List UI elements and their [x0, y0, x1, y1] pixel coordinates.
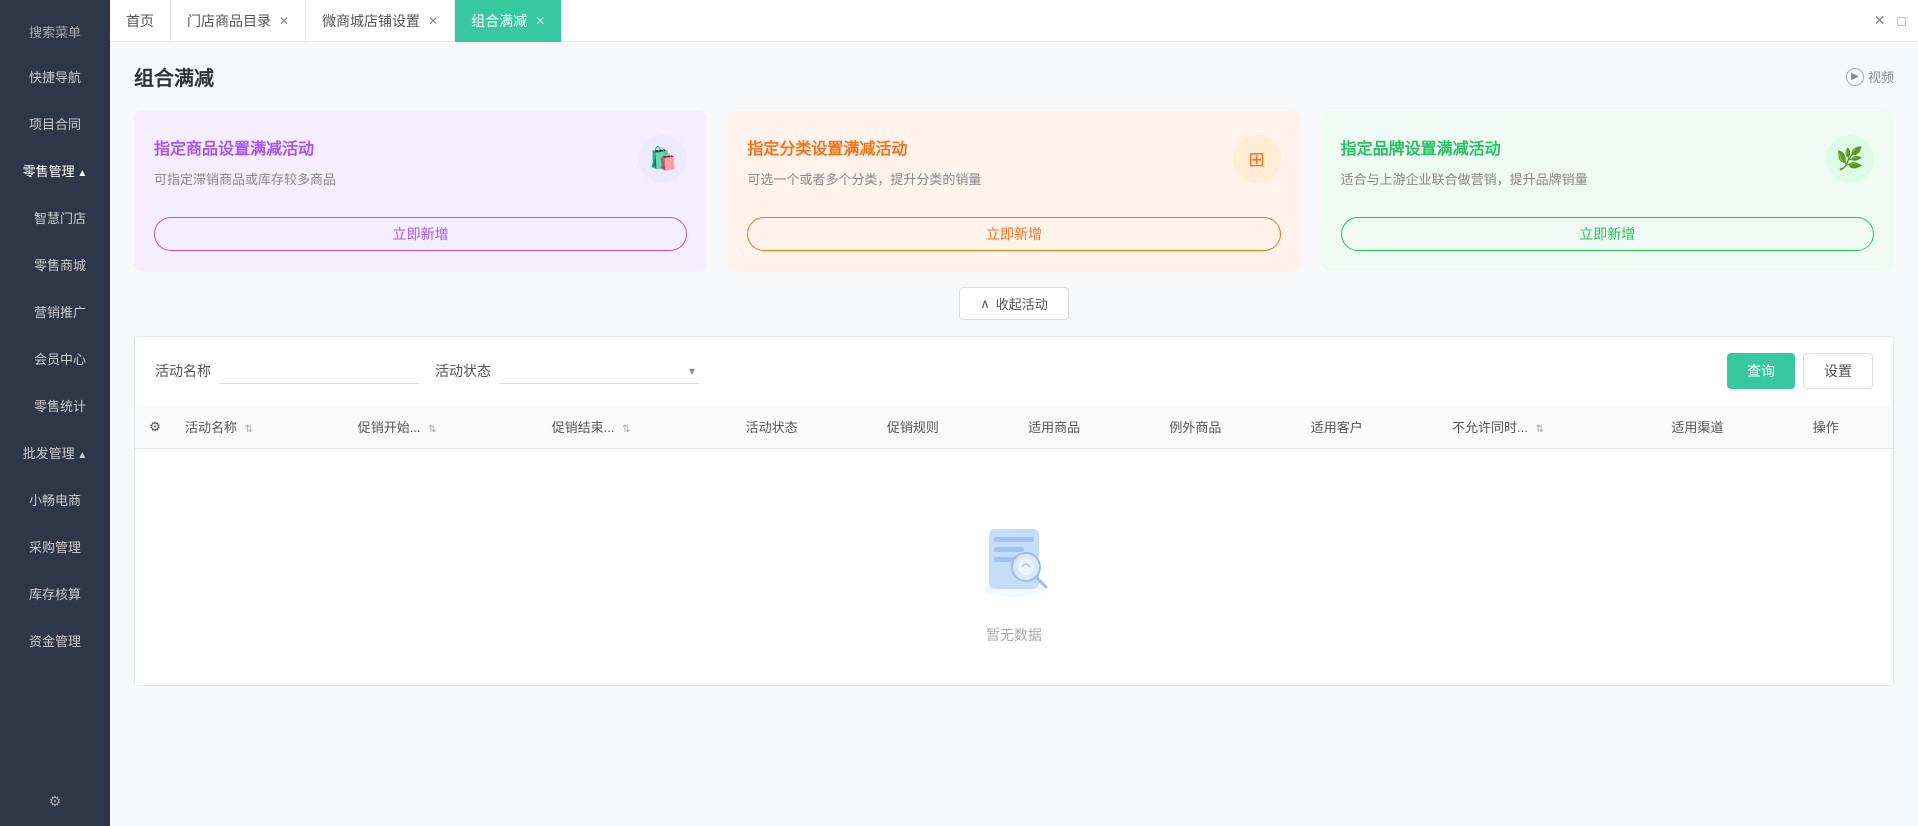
activity-name-label: 活动名称 [155, 361, 211, 381]
collapse-activity-button[interactable]: ∧ 收起活动 [959, 287, 1069, 320]
sort-icon-no-concurrent: ⇅ [1535, 424, 1543, 435]
window-controls: ✕ □ [1874, 12, 1918, 29]
table-col-applicable-channel: 适用渠道 [1661, 405, 1802, 449]
video-link[interactable]: ▶ 视频 [1846, 67, 1894, 86]
category-card-desc: 可选一个或者多个分类，提升分类的销量 [747, 169, 1280, 201]
promo-card-product: 🛍️ 指定商品设置满减活动 可指定滞销商品或库存较多商品 立即新增 [134, 111, 707, 271]
activity-name-input[interactable] [219, 359, 419, 384]
brand-card-add-button[interactable]: 立即新增 [1341, 217, 1874, 251]
promo-cards-row: 🛍️ 指定商品设置满减活动 可指定滞销商品或库存较多商品 立即新增 ⊞ 指定分类… [134, 111, 1894, 271]
table-header-row: ⚙ 活动名称 ⇅ 促销开始... ⇅ 促销结束... ⇅ [135, 405, 1893, 449]
table-col-applicable-goods: 适用商品 [1018, 405, 1159, 449]
table-col-settings[interactable]: ⚙ [135, 405, 175, 449]
sidebar-item-inventory[interactable]: 库存核算 [0, 570, 110, 617]
maximize-window-icon[interactable]: □ [1898, 13, 1906, 29]
sidebar-item-retail-stats[interactable]: 零售统计 [0, 382, 110, 429]
search-bar: 活动名称 活动状态 ▾ 查询 设置 [135, 337, 1893, 405]
close-window-icon[interactable]: ✕ [1874, 12, 1886, 29]
empty-icon [964, 509, 1064, 609]
category-card-add-button[interactable]: 立即新增 [747, 217, 1280, 251]
table-col-no-concurrent[interactable]: 不允许同时... ⇅ [1442, 405, 1661, 449]
table-col-promo-end[interactable]: 促销结束... ⇅ [542, 405, 736, 449]
table-col-applicable-customer: 适用客户 [1301, 405, 1442, 449]
tab-store-catalog-close[interactable]: ✕ [279, 14, 289, 28]
sidebar-item-retail-mall[interactable]: 零售商城 [0, 241, 110, 288]
main-area: 首页 门店商品目录 ✕ 微商城店铺设置 ✕ 组合满减 ✕ ✕ □ 组合满减 ▶ … [110, 0, 1918, 826]
category-card-title: 指定分类设置满减活动 [747, 135, 1280, 159]
product-card-icon: 🛍️ [639, 135, 687, 183]
page-title: 组合满减 [134, 62, 214, 91]
brand-card-title: 指定品牌设置满减活动 [1341, 135, 1874, 159]
activity-table: ⚙ 活动名称 ⇅ 促销开始... ⇅ 促销结束... ⇅ [135, 405, 1893, 449]
tab-combo-discount-close[interactable]: ✕ [535, 14, 545, 28]
activity-status-select[interactable] [499, 359, 699, 384]
activity-status-select-wrapper: ▾ [499, 359, 699, 384]
table-wrapper: ⚙ 活动名称 ⇅ 促销开始... ⇅ 促销结束... ⇅ [135, 405, 1893, 685]
brand-card-icon: 🌿 [1826, 135, 1874, 183]
tab-combo-discount[interactable]: 组合满减 ✕ [455, 0, 562, 42]
collapse-bar: ∧ 收起活动 [134, 287, 1894, 320]
empty-state: 暂无数据 [135, 449, 1893, 685]
tab-wechat-store[interactable]: 微商城店铺设置 ✕ [306, 0, 455, 42]
tab-store-catalog[interactable]: 门店商品目录 ✕ [171, 0, 306, 42]
sidebar-item-project-contract[interactable]: 项目合同 [0, 100, 110, 147]
tab-bar: 首页 门店商品目录 ✕ 微商城店铺设置 ✕ 组合满减 ✕ ✕ □ [110, 0, 1918, 42]
sort-icon-activity-name: ⇅ [245, 424, 253, 435]
category-card-icon: ⊞ [1233, 135, 1281, 183]
table-col-action: 操作 [1803, 405, 1893, 449]
table-col-activity-name[interactable]: 活动名称 ⇅ [175, 405, 348, 449]
product-card-desc: 可指定滞销商品或库存较多商品 [154, 169, 687, 201]
tab-wechat-store-close[interactable]: ✕ [428, 14, 438, 28]
sidebar-item-retail-mgmt[interactable]: 零售管理 [0, 147, 110, 194]
sort-icon-promo-start: ⇅ [428, 424, 436, 435]
brand-card-desc: 适合与上游企业联合做营销，提升品牌销量 [1341, 169, 1874, 201]
promo-card-brand: 🌿 指定品牌设置满减活动 适合与上游企业联合做营销，提升品牌销量 立即新增 [1321, 111, 1894, 271]
settings-button[interactable]: 设置 [1803, 353, 1873, 389]
table-col-activity-status: 活动状态 [736, 405, 877, 449]
sidebar-item-smart-store[interactable]: 智慧门店 [0, 194, 110, 241]
sidebar-item-quick-nav[interactable]: 快捷导航 [0, 53, 110, 100]
sidebar-item-finance[interactable]: 资金管理 [0, 617, 110, 664]
table-col-promo-start[interactable]: 促销开始... ⇅ [348, 405, 542, 449]
product-card-title: 指定商品设置满减活动 [154, 135, 687, 159]
sidebar-item-xiaochange[interactable]: 小畅电商 [0, 476, 110, 523]
search-actions: 查询 设置 [1727, 353, 1873, 389]
product-card-add-button[interactable]: 立即新增 [154, 217, 687, 251]
sort-icon-promo-end: ⇅ [622, 424, 630, 435]
table-col-promo-rule: 促销规则 [877, 405, 1018, 449]
sidebar-item-member-center[interactable]: 会员中心 [0, 335, 110, 382]
sidebar-item-marketing[interactable]: 营销推广 [0, 288, 110, 335]
sidebar: 搜索菜单 快捷导航 项目合同 零售管理 智慧门店 零售商城 营销推广 会员中心 … [0, 0, 110, 826]
content-area: 组合满减 ▶ 视频 🛍️ 指定商品设置满减活动 可指定滞销商品或库存较多商品 立… [110, 42, 1918, 826]
promo-card-category: ⊞ 指定分类设置满减活动 可选一个或者多个分类，提升分类的销量 立即新增 [727, 111, 1300, 271]
page-header: 组合满减 ▶ 视频 [134, 62, 1894, 91]
activity-status-label: 活动状态 [435, 361, 491, 381]
activity-status-field: 活动状态 ▾ [435, 359, 699, 384]
sidebar-item-wholesale-mgmt[interactable]: 批发管理 [0, 429, 110, 476]
play-icon: ▶ [1846, 68, 1864, 86]
tab-home[interactable]: 首页 [110, 0, 171, 42]
settings-gear-icon[interactable]: ⚙ [0, 777, 110, 826]
sidebar-item-purchase-mgmt[interactable]: 采购管理 [0, 523, 110, 570]
empty-text: 暂无数据 [135, 625, 1893, 645]
activity-name-field: 活动名称 [155, 359, 419, 384]
query-button[interactable]: 查询 [1727, 353, 1795, 389]
sidebar-search[interactable]: 搜索菜单 [0, 10, 110, 53]
table-col-exception-goods: 例外商品 [1159, 405, 1300, 449]
collapse-chevron-icon: ∧ [980, 296, 990, 312]
